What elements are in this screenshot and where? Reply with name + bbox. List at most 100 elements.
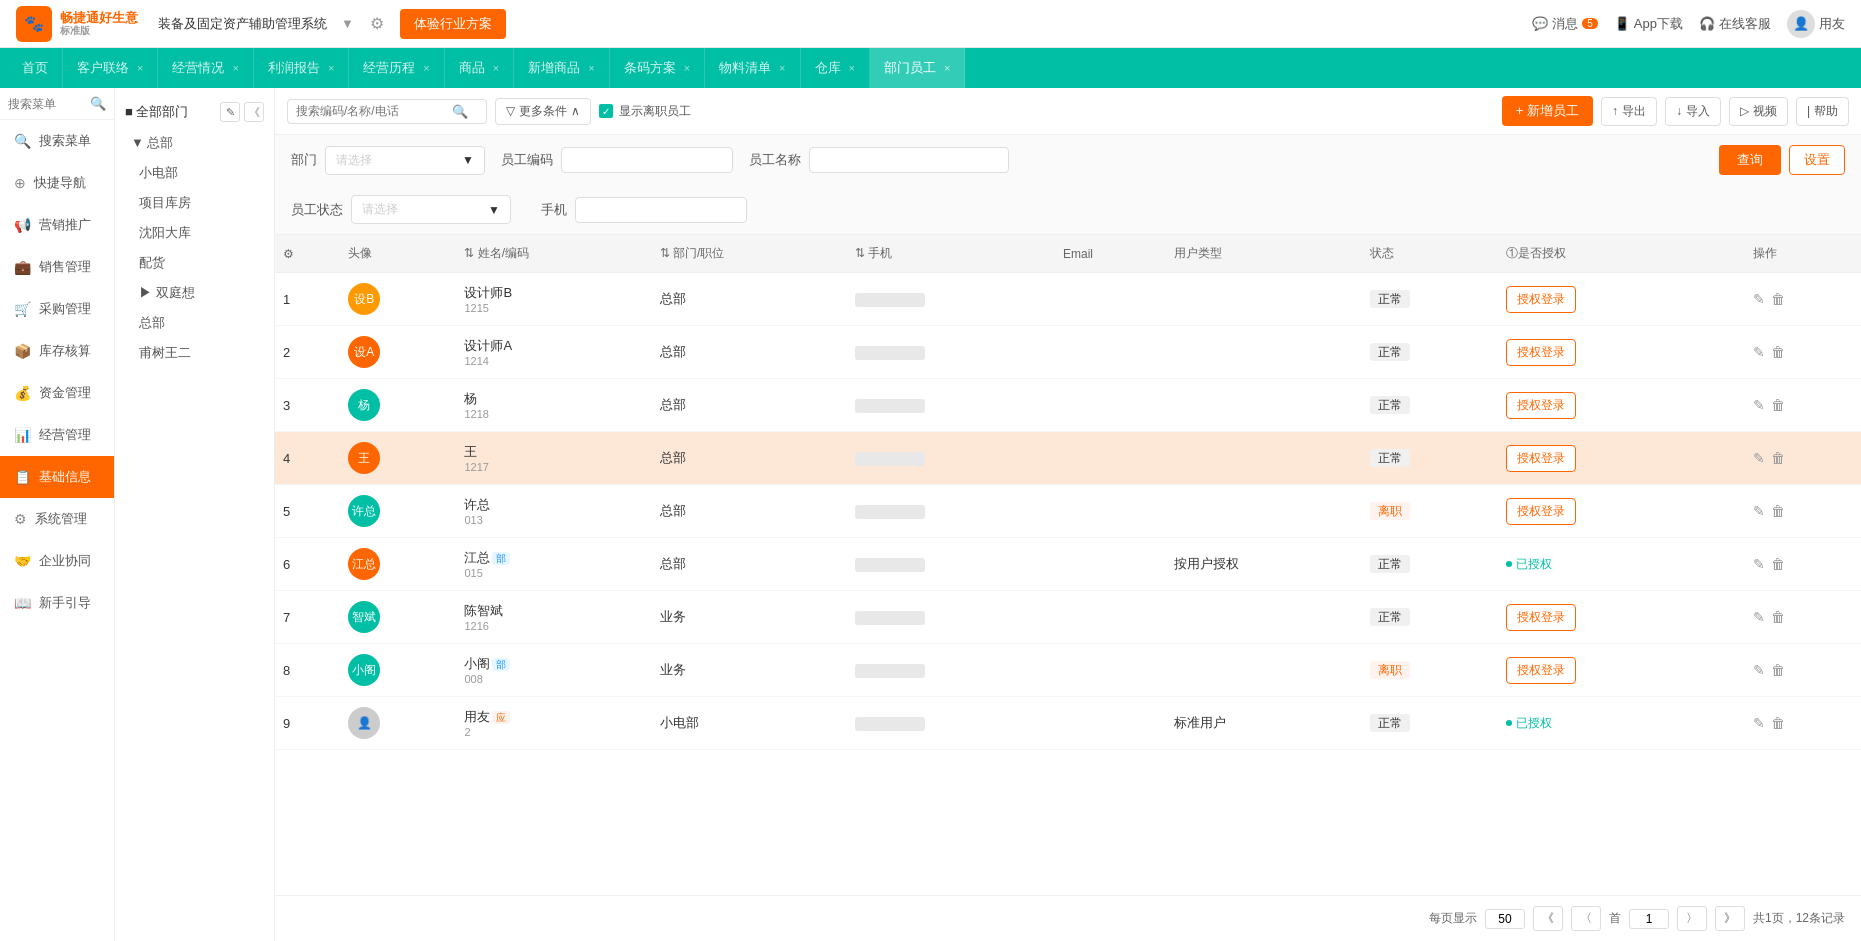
sidebar-item-新手引导[interactable]: 📖新手引导 (0, 582, 114, 624)
nav-tab-新增商品[interactable]: 新增商品× (514, 48, 609, 88)
auth-login-button[interactable]: 授权登录 (1506, 445, 1576, 472)
edit-button[interactable]: ✎ (1753, 397, 1765, 413)
first-page-button[interactable]: 《 (1533, 906, 1563, 931)
edit-button[interactable]: ✎ (1753, 450, 1765, 466)
tab-close-icon[interactable]: × (423, 62, 429, 74)
sidebar-item-系统管理[interactable]: ⚙系统管理 (0, 498, 114, 540)
nav-tab-客户联络[interactable]: 客户联络× (63, 48, 158, 88)
set-button[interactable]: 设置 (1789, 145, 1845, 175)
nav-tab-条码方案[interactable]: 条码方案× (610, 48, 705, 88)
tab-close-icon[interactable]: × (849, 62, 855, 74)
edit-button[interactable]: ✎ (1753, 291, 1765, 307)
delete-button[interactable]: 🗑 (1771, 397, 1785, 413)
sidebar-item-经营管理[interactable]: 📊经营管理 (0, 414, 114, 456)
sidebar-item-销售管理[interactable]: 💼销售管理 (0, 246, 114, 288)
tab-close-icon[interactable]: × (493, 62, 499, 74)
edit-button[interactable]: ✎ (1753, 556, 1765, 572)
delete-button[interactable]: 🗑 (1771, 715, 1785, 731)
phone-filter-input[interactable] (575, 197, 747, 223)
message-button[interactable]: 💬 消息 5 (1532, 15, 1598, 33)
prev-page-button[interactable]: 〈 (1571, 906, 1601, 931)
sys-dropdown-icon[interactable]: ▼ (341, 16, 354, 31)
cell-auth[interactable]: 授权登录 (1498, 432, 1706, 485)
cell-auth[interactable]: 授权登录 (1498, 379, 1706, 432)
nav-tab-部门员工[interactable]: 部门员工× (870, 48, 965, 88)
sidebar-item-资金管理[interactable]: 💰资金管理 (0, 372, 114, 414)
search-menu-icon[interactable]: 🔍 (90, 96, 106, 111)
tab-close-icon[interactable]: × (944, 62, 950, 74)
sidebar-item-采购管理[interactable]: 🛒采购管理 (0, 288, 114, 330)
tree-item-shuangting[interactable]: ▶ 双庭想 (115, 278, 274, 308)
help-button[interactable]: | 帮助 (1796, 97, 1849, 126)
delete-button[interactable]: 🗑 (1771, 450, 1785, 466)
next-page-button[interactable]: 〉 (1677, 906, 1707, 931)
auth-login-button[interactable]: 授权登录 (1506, 604, 1576, 631)
add-employee-button[interactable]: + 新增员工 (1502, 96, 1593, 126)
col-phone[interactable]: ⇅ 手机 (847, 235, 1055, 273)
nav-tab-利润报告[interactable]: 利润报告× (254, 48, 349, 88)
search-button[interactable]: 查询 (1719, 145, 1781, 175)
delete-button[interactable]: 🗑 (1771, 609, 1785, 625)
delete-button[interactable]: 🗑 (1771, 503, 1785, 519)
tab-close-icon[interactable]: × (779, 62, 785, 74)
nav-tab-物料清单[interactable]: 物料清单× (705, 48, 800, 88)
last-page-button[interactable]: 》 (1715, 906, 1745, 931)
edit-button[interactable]: ✎ (1753, 344, 1765, 360)
more-filter-button[interactable]: ▽ 更多条件 ∧ (495, 98, 591, 125)
delete-button[interactable]: 🗑 (1771, 662, 1785, 678)
dept-tree-collapse-icon[interactable]: 《 (244, 102, 264, 122)
cell-auth[interactable]: 授权登录 (1498, 273, 1706, 326)
nav-tab-经营历程[interactable]: 经营历程× (349, 48, 444, 88)
delete-button[interactable]: 🗑 (1771, 344, 1785, 360)
sidebar-item-库存核算[interactable]: 📦库存核算 (0, 330, 114, 372)
tab-close-icon[interactable]: × (588, 62, 594, 74)
cell-auth[interactable]: 授权登录 (1498, 485, 1706, 538)
trial-button[interactable]: 体验行业方案 (400, 9, 506, 39)
user-profile-button[interactable]: 👤 用友 (1787, 10, 1845, 38)
tree-item-shenyang[interactable]: 沈阳大库 (115, 218, 274, 248)
emp-code-input[interactable] (561, 147, 733, 173)
page-number-input[interactable] (1629, 909, 1669, 929)
search-input[interactable] (296, 104, 446, 118)
edit-button[interactable]: ✎ (1753, 609, 1765, 625)
show-resigned-toggle[interactable]: ✓ 显示离职员工 (599, 103, 691, 120)
cell-auth[interactable]: 已授权 (1498, 697, 1706, 750)
emp-name-input[interactable] (809, 147, 1009, 173)
col-name-code[interactable]: ⇅ 姓名/编码 (456, 235, 651, 273)
view-button[interactable]: ▷ 视频 (1729, 97, 1788, 126)
tree-item-pushu[interactable]: 甫树王二 (115, 338, 274, 368)
sidebar-item-基础信息[interactable]: 📋基础信息 (0, 456, 114, 498)
tab-close-icon[interactable]: × (328, 62, 334, 74)
import-button[interactable]: ↓ 导入 (1665, 97, 1721, 126)
auth-login-button[interactable]: 授权登录 (1506, 392, 1576, 419)
emp-status-select[interactable]: 请选择 ▼ (351, 195, 511, 224)
app-download-button[interactable]: 📱 App下载 (1614, 15, 1683, 33)
nav-tab-仓库[interactable]: 仓库× (801, 48, 870, 88)
gear-button[interactable]: ⚙ (366, 10, 388, 37)
edit-button[interactable]: ✎ (1753, 715, 1765, 731)
tree-item-xiangmu[interactable]: 项目库房 (115, 188, 274, 218)
sidebar-item-快捷导航[interactable]: ⊕快捷导航 (0, 162, 114, 204)
auth-login-button[interactable]: 授权登录 (1506, 339, 1576, 366)
tree-item-peihuo[interactable]: 配货 (115, 248, 274, 278)
edit-button[interactable]: ✎ (1753, 503, 1765, 519)
cell-auth[interactable]: 授权登录 (1498, 644, 1706, 697)
sidebar-item-企业协同[interactable]: 🤝企业协同 (0, 540, 114, 582)
search-icon[interactable]: 🔍 (452, 104, 468, 119)
search-menu-input[interactable] (8, 97, 90, 111)
cell-auth[interactable]: 授权登录 (1498, 326, 1706, 379)
cell-auth[interactable]: 授权登录 (1498, 591, 1706, 644)
export-button[interactable]: ↑ 导出 (1601, 97, 1657, 126)
tab-close-icon[interactable]: × (137, 62, 143, 74)
delete-button[interactable]: 🗑 (1771, 291, 1785, 307)
edit-button[interactable]: ✎ (1753, 662, 1765, 678)
tree-item-zongbu[interactable]: 总部 (115, 308, 274, 338)
show-resigned-checkbox[interactable]: ✓ (599, 104, 613, 118)
nav-tab-经营情况[interactable]: 经营情况× (158, 48, 253, 88)
tab-close-icon[interactable]: × (232, 62, 238, 74)
delete-button[interactable]: 🗑 (1771, 556, 1785, 572)
auth-login-button[interactable]: 授权登录 (1506, 498, 1576, 525)
per-page-input[interactable] (1485, 909, 1525, 929)
sidebar-item-搜索菜单[interactable]: 🔍搜索菜单 (0, 120, 114, 162)
dept-tree-edit-icon[interactable]: ✎ (220, 102, 240, 122)
